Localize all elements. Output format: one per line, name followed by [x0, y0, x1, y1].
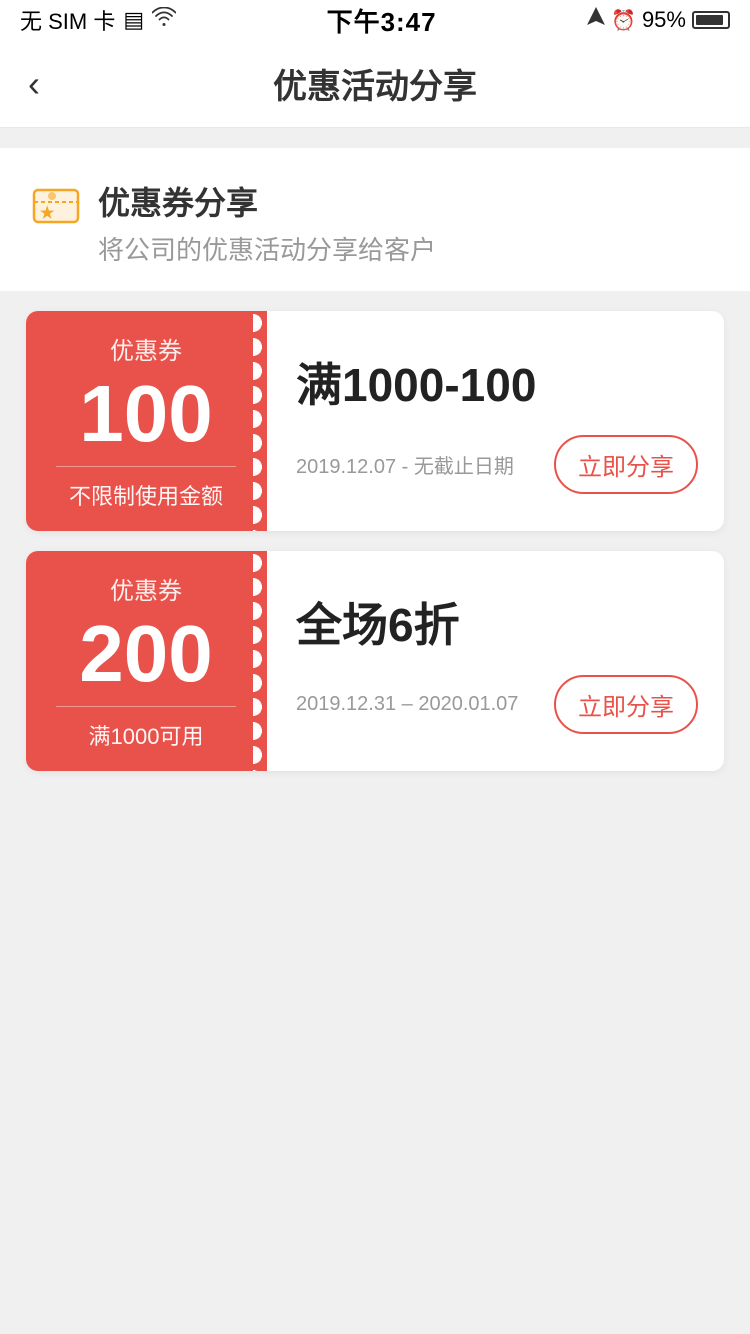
carrier-text: 无 SIM 卡 — [20, 4, 115, 36]
coupon-divider-2 — [56, 706, 236, 707]
page-title: 优惠活动分享 — [273, 59, 477, 108]
section-info: 优惠券分享 将公司的优惠活动分享给客户 — [98, 178, 436, 267]
wifi-icon — [152, 7, 176, 33]
coupon-right-1: 满1000-100 2019.12.07 - 无截止日期 立即分享 — [266, 311, 724, 531]
coupon-left-1: 优惠券 100 不限制使用金额 — [26, 311, 266, 531]
status-bar: 无 SIM 卡 ▤ 下午3:47 ⏰ 95% — [0, 0, 750, 40]
sim-icon: ▤ — [123, 7, 144, 33]
section-subtitle: 将公司的优惠活动分享给客户 — [98, 230, 436, 267]
section-title: 优惠券分享 — [98, 178, 436, 224]
coupon-condition-1: 不限制使用金额 — [69, 479, 223, 511]
coupon-date-2: 2019.12.31 – 2020.01.07 — [296, 693, 544, 716]
status-right: ⏰ 95% — [587, 7, 730, 33]
nav-bar: ‹ 优惠活动分享 — [0, 40, 750, 128]
coupon-right-2: 全场6折 2019.12.31 – 2020.01.07 立即分享 — [266, 551, 724, 771]
section-header: ★ 优惠券分享 将公司的优惠活动分享给客户 — [0, 148, 750, 291]
coupon-card-2: 优惠券 200 满1000可用 全场6折 2019.12.31 – 2020.0… — [26, 551, 724, 771]
share-button-2[interactable]: 立即分享 — [554, 675, 698, 734]
coupon-divider-1 — [56, 466, 236, 467]
coupon-name-2: 全场6折 — [296, 589, 698, 655]
coupon-card-1: 优惠券 100 不限制使用金额 满1000-100 2019.12.07 - 无… — [26, 311, 724, 531]
svg-text:★: ★ — [40, 205, 55, 222]
location-icon — [587, 7, 605, 33]
battery-indicator — [692, 11, 730, 29]
status-left: 无 SIM 卡 ▤ — [20, 4, 176, 36]
coupon-list: 优惠券 100 不限制使用金额 满1000-100 2019.12.07 - 无… — [0, 291, 750, 801]
battery-percentage: 95% — [642, 7, 686, 33]
status-time: 下午3:47 — [327, 2, 437, 39]
coupon-meta-1: 2019.12.07 - 无截止日期 立即分享 — [296, 435, 698, 494]
coupon-meta-2: 2019.12.31 – 2020.01.07 立即分享 — [296, 675, 698, 734]
coupon-condition-2: 满1000可用 — [89, 719, 204, 751]
share-button-1[interactable]: 立即分享 — [554, 435, 698, 494]
coupon-value-1: 100 — [79, 374, 212, 454]
coupon-date-1: 2019.12.07 - 无截止日期 — [296, 450, 544, 479]
gray-background — [0, 801, 750, 1301]
coupon-left-2: 优惠券 200 满1000可用 — [26, 551, 266, 771]
coupon-share-icon: ★ — [30, 180, 82, 232]
coupon-label-1: 优惠券 — [110, 331, 182, 366]
coupon-name-1: 满1000-100 — [296, 349, 698, 415]
coupon-value-2: 200 — [79, 614, 212, 694]
alarm-icon: ⏰ — [611, 8, 636, 33]
coupon-label-2: 优惠券 — [110, 571, 182, 606]
back-button[interactable]: ‹ — [28, 63, 40, 105]
